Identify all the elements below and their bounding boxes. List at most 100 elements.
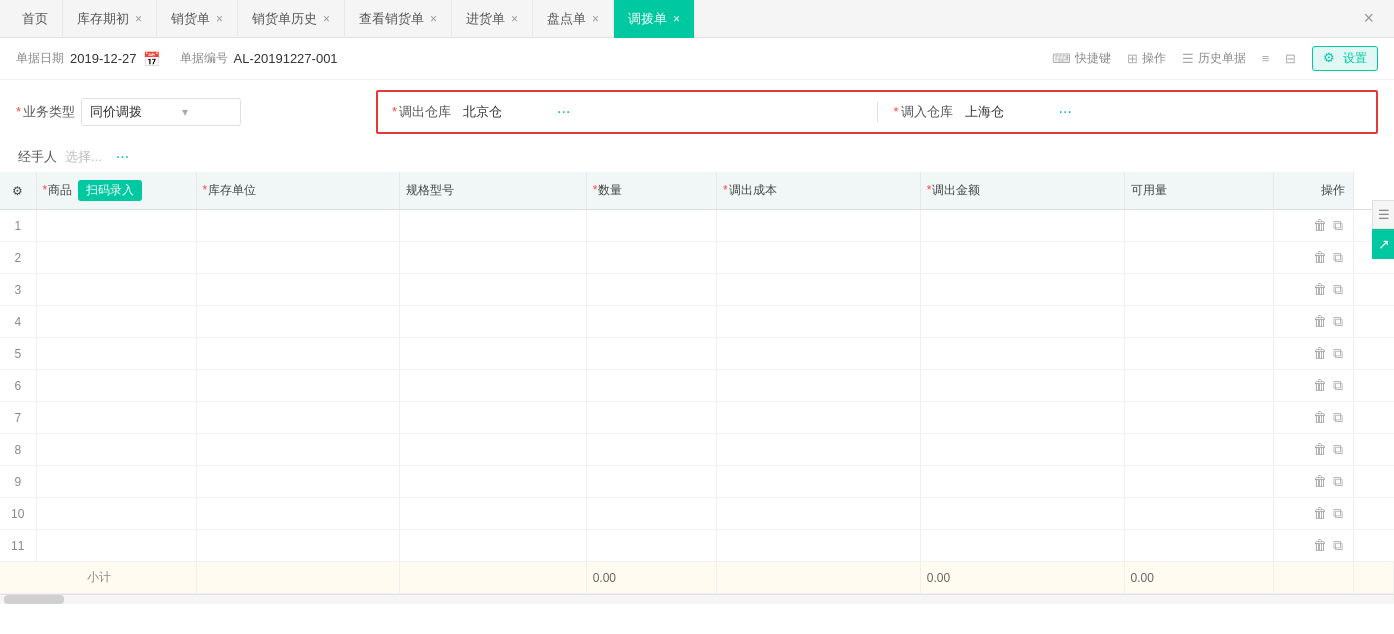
out-warehouse-dots[interactable]: ··· xyxy=(557,103,570,121)
tab-view-sales[interactable]: 查看销货单 × xyxy=(345,0,452,38)
row-spec[interactable] xyxy=(400,466,586,498)
row-goods[interactable] xyxy=(36,210,196,242)
ops-action[interactable]: ⊞ 操作 xyxy=(1127,50,1166,67)
row-amount[interactable] xyxy=(920,530,1124,562)
row-cost[interactable] xyxy=(717,274,921,306)
row-cost[interactable] xyxy=(717,370,921,402)
row-qty[interactable] xyxy=(586,530,716,562)
row-goods[interactable] xyxy=(36,530,196,562)
copy-icon[interactable]: ⧉ xyxy=(1333,505,1343,522)
copy-icon[interactable]: ⧉ xyxy=(1333,473,1343,490)
tab-transfer[interactable]: 调拨单 × xyxy=(614,0,695,38)
row-spec[interactable] xyxy=(400,306,586,338)
copy-icon[interactable]: ⧉ xyxy=(1333,377,1343,394)
tab-inventory-init-close[interactable]: × xyxy=(135,13,142,25)
tab-purchase-order-close[interactable]: × xyxy=(511,13,518,25)
copy-icon[interactable]: ⧉ xyxy=(1333,409,1343,426)
row-spec[interactable] xyxy=(400,402,586,434)
row-cost[interactable] xyxy=(717,210,921,242)
row-qty[interactable] xyxy=(586,402,716,434)
delete-icon[interactable]: 🗑 xyxy=(1313,409,1327,426)
in-warehouse-dots[interactable]: ··· xyxy=(1059,103,1072,121)
delete-icon[interactable]: 🗑 xyxy=(1313,345,1327,362)
row-qty[interactable] xyxy=(586,498,716,530)
row-amount[interactable] xyxy=(920,466,1124,498)
row-cost[interactable] xyxy=(717,466,921,498)
delete-icon[interactable]: 🗑 xyxy=(1313,537,1327,554)
row-unit[interactable] xyxy=(196,370,400,402)
row-goods[interactable] xyxy=(36,402,196,434)
row-qty[interactable] xyxy=(586,434,716,466)
row-qty[interactable] xyxy=(586,306,716,338)
row-cost[interactable] xyxy=(717,434,921,466)
tab-sales-history-close[interactable]: × xyxy=(323,13,330,25)
row-spec[interactable] xyxy=(400,338,586,370)
row-amount[interactable] xyxy=(920,402,1124,434)
row-goods[interactable] xyxy=(36,242,196,274)
settings-button[interactable]: ⚙ 设置 xyxy=(1312,46,1378,71)
row-spec[interactable] xyxy=(400,434,586,466)
row-cost[interactable] xyxy=(717,338,921,370)
copy-icon[interactable]: ⧉ xyxy=(1333,345,1343,362)
row-cost[interactable] xyxy=(717,498,921,530)
row-spec[interactable] xyxy=(400,498,586,530)
row-spec[interactable] xyxy=(400,210,586,242)
delete-icon[interactable]: 🗑 xyxy=(1313,473,1327,490)
copy-icon[interactable]: ⧉ xyxy=(1333,537,1343,554)
row-unit[interactable] xyxy=(196,210,400,242)
row-goods[interactable] xyxy=(36,466,196,498)
row-goods[interactable] xyxy=(36,338,196,370)
grid-action1[interactable]: ≡ xyxy=(1262,51,1270,66)
tab-view-sales-close[interactable]: × xyxy=(430,13,437,25)
biz-type-dropdown[interactable]: 同价调拨 ▾ xyxy=(81,98,241,126)
row-qty[interactable] xyxy=(586,338,716,370)
row-amount[interactable] xyxy=(920,338,1124,370)
row-unit[interactable] xyxy=(196,434,400,466)
history-action[interactable]: ☰ 历史单据 xyxy=(1182,50,1246,67)
person-placeholder[interactable]: 选择... xyxy=(65,148,102,166)
copy-icon[interactable]: ⧉ xyxy=(1333,217,1343,234)
tab-purchase-order[interactable]: 进货单 × xyxy=(452,0,533,38)
scan-button[interactable]: 扫码录入 xyxy=(78,180,142,201)
delete-icon[interactable]: 🗑 xyxy=(1313,505,1327,522)
row-amount[interactable] xyxy=(920,498,1124,530)
tab-inventory-init[interactable]: 库存期初 × xyxy=(63,0,157,38)
row-goods[interactable] xyxy=(36,274,196,306)
copy-icon[interactable]: ⧉ xyxy=(1333,313,1343,330)
delete-icon[interactable]: 🗑 xyxy=(1313,313,1327,330)
person-dots[interactable]: ··· xyxy=(116,148,129,166)
row-amount[interactable] xyxy=(920,370,1124,402)
horizontal-scrollbar[interactable] xyxy=(0,594,1394,604)
delete-icon[interactable]: 🗑 xyxy=(1313,281,1327,298)
row-unit[interactable] xyxy=(196,338,400,370)
tab-stocktake[interactable]: 盘点单 × xyxy=(533,0,614,38)
row-goods[interactable] xyxy=(36,306,196,338)
row-cost[interactable] xyxy=(717,402,921,434)
delete-icon[interactable]: 🗑 xyxy=(1313,377,1327,394)
row-amount[interactable] xyxy=(920,434,1124,466)
row-qty[interactable] xyxy=(586,210,716,242)
tab-stocktake-close[interactable]: × xyxy=(592,13,599,25)
grid-action2[interactable]: ⊟ xyxy=(1285,51,1296,66)
delete-icon[interactable]: 🗑 xyxy=(1313,217,1327,234)
row-spec[interactable] xyxy=(400,242,586,274)
delete-icon[interactable]: 🗑 xyxy=(1313,249,1327,266)
row-spec[interactable] xyxy=(400,274,586,306)
row-unit[interactable] xyxy=(196,306,400,338)
delete-icon[interactable]: 🗑 xyxy=(1313,441,1327,458)
row-unit[interactable] xyxy=(196,466,400,498)
float-export-button[interactable]: ↗ xyxy=(1372,229,1394,259)
row-unit[interactable] xyxy=(196,274,400,306)
tab-sales-order[interactable]: 销货单 × xyxy=(157,0,238,38)
row-qty[interactable] xyxy=(586,274,716,306)
row-qty[interactable] xyxy=(586,242,716,274)
tab-home[interactable]: 首页 xyxy=(8,0,63,38)
calendar-icon[interactable]: 📅 xyxy=(143,51,160,67)
row-goods[interactable] xyxy=(36,434,196,466)
row-amount[interactable] xyxy=(920,242,1124,274)
copy-icon[interactable]: ⧉ xyxy=(1333,249,1343,266)
row-amount[interactable] xyxy=(920,210,1124,242)
float-list-button[interactable]: ☰ xyxy=(1372,200,1394,229)
row-unit[interactable] xyxy=(196,498,400,530)
row-qty[interactable] xyxy=(586,466,716,498)
